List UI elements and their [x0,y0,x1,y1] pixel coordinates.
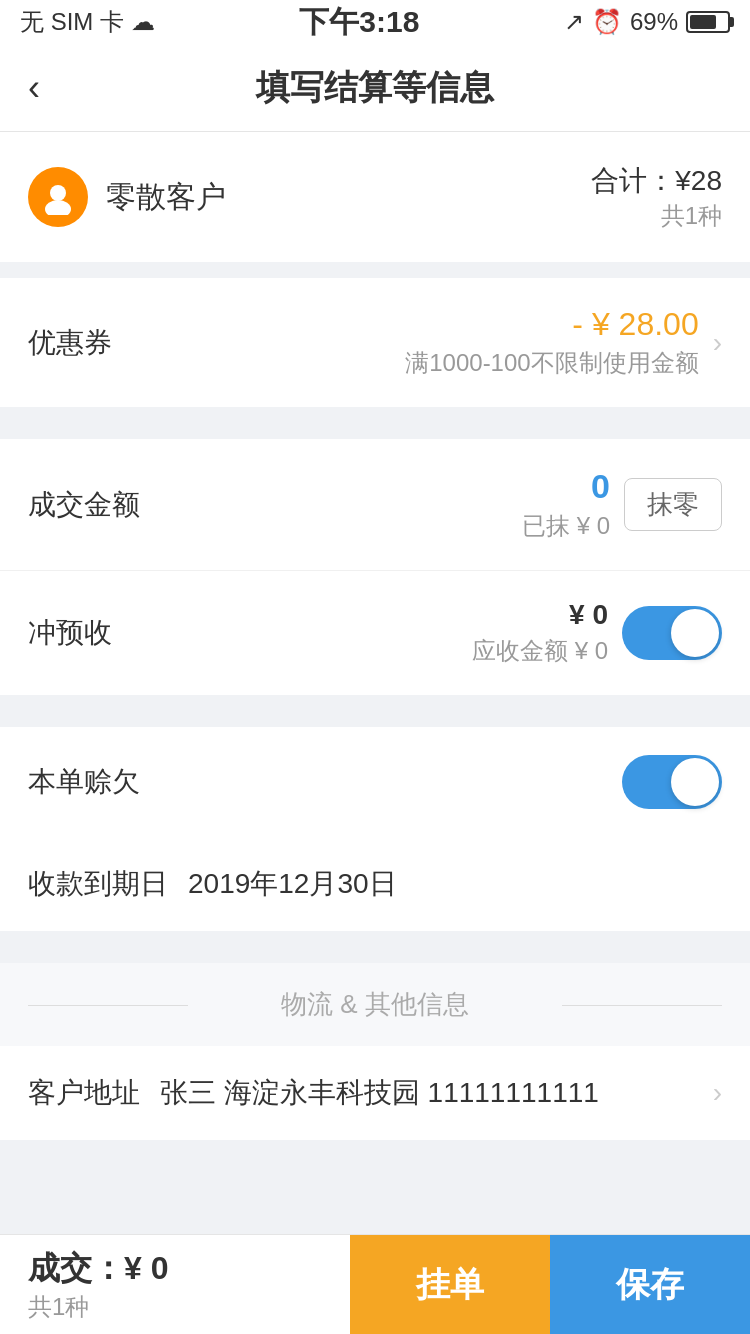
location-icon: ↗ [564,8,584,36]
avatar-icon [40,179,76,215]
back-button[interactable]: ‹ [28,67,40,109]
debt-right [622,755,722,809]
svg-point-0 [50,185,66,201]
battery-label: 69% [630,8,678,36]
bottom-deal-label: 成交： [28,1250,124,1286]
coupon-discount: - ¥ 28.00 [405,306,698,343]
debt-section: 本单赊欠 收款到期日 2019年12月30日 [0,727,750,931]
deal-amount-values: 0 已抹 ¥ 0 [522,467,610,542]
alarm-icon: ⏰ [592,8,622,36]
customer-left: 零散客户 [28,167,226,227]
debt-toggle-knob [671,758,719,806]
divider-2 [0,711,750,727]
chevron-icon: › [713,327,722,359]
due-date-row: 收款到期日 2019年12月30日 [0,837,750,931]
address-value: 张三 海淀永丰科技园 11111111111 [160,1074,693,1112]
deal-amount-row: 成交金额 0 已抹 ¥ 0 抹零 [0,439,750,570]
save-button[interactable]: 保存 [550,1235,750,1334]
sim-status: 无 SIM 卡 ☁ [20,6,155,38]
battery-icon [686,11,730,33]
prepayment-values: ¥ 0 应收金额 ¥ 0 [472,599,608,667]
coupon-row[interactable]: 优惠券 - ¥ 28.00 满1000-100不限制使用金额 › [0,278,750,407]
address-label: 客户地址 [28,1074,140,1112]
logistics-separator: 物流 & 其他信息 [0,963,750,1046]
customer-name: 零散客户 [106,177,226,218]
logistics-label: 物流 & 其他信息 [281,989,469,1019]
due-date-value: 2019年12月30日 [188,865,397,903]
prepayment-sub: 应收金额 ¥ 0 [472,635,608,667]
coupon-section[interactable]: 优惠券 - ¥ 28.00 满1000-100不限制使用金额 › [0,278,750,407]
bottom-bar: 成交：¥ 0 共1种 挂单 保存 [0,1234,750,1334]
prepayment-label: 冲预收 [28,614,112,652]
round-off-button[interactable]: 抹零 [624,478,722,531]
prepayment-row: 冲预收 ¥ 0 应收金额 ¥ 0 [0,570,750,695]
address-section[interactable]: 客户地址 张三 海淀永丰科技园 11111111111 › [0,1046,750,1140]
coupon-right: - ¥ 28.00 满1000-100不限制使用金额 › [405,306,722,379]
coupon-values: - ¥ 28.00 满1000-100不限制使用金额 [405,306,698,379]
toggle-knob [671,609,719,657]
bottom-count: 共1种 [28,1291,350,1323]
prepayment-right: ¥ 0 应收金额 ¥ 0 [472,599,722,667]
deal-amount-right: 0 已抹 ¥ 0 抹零 [522,467,722,542]
customer-total: 合计：¥28 [591,162,722,200]
debt-label: 本单赊欠 [28,763,140,801]
address-chevron-icon: › [713,1077,722,1109]
debt-row: 本单赊欠 [0,727,750,837]
debt-toggle-wrap [622,755,722,809]
status-bar: 无 SIM 卡 ☁ 下午3:18 ↗ ⏰ 69% [0,0,750,44]
coupon-note: 满1000-100不限制使用金额 [405,347,698,379]
due-date-label: 收款到期日 [28,865,168,903]
bottom-info: 成交：¥ 0 共1种 [0,1235,350,1334]
customer-summary: 合计：¥28 共1种 [591,162,722,232]
customer-row: 零散客户 合计：¥28 共1种 [0,132,750,262]
debt-toggle[interactable] [622,755,722,809]
customer-avatar [28,167,88,227]
deal-amount-label: 成交金额 [28,486,140,524]
deal-amount-value: 0 [591,467,610,505]
page-title: 填写结算等信息 [256,65,494,111]
status-left: 无 SIM 卡 ☁ [20,6,155,38]
bottom-deal-value: ¥ 0 [124,1250,168,1286]
divider-3 [0,947,750,963]
deal-amount-sub: 已抹 ¥ 0 [522,510,610,542]
address-row[interactable]: 客户地址 张三 海淀永丰科技园 11111111111 › [0,1046,750,1140]
pending-button[interactable]: 挂单 [350,1235,550,1334]
customer-section: 零散客户 合计：¥28 共1种 [0,132,750,262]
status-time: 下午3:18 [299,2,419,43]
prepayment-toggle-wrap [622,606,722,660]
divider-1 [0,423,750,439]
coupon-label: 优惠券 [28,324,112,362]
content-area: 零散客户 合计：¥28 共1种 优惠券 - ¥ 28.00 满1000-100不… [0,132,750,1256]
svg-point-1 [45,200,71,215]
bottom-deal-row: 成交：¥ 0 [28,1247,350,1291]
deal-section: 成交金额 0 已抹 ¥ 0 抹零 冲预收 ¥ 0 应收金额 ¥ 0 [0,439,750,695]
customer-count: 共1种 [591,200,722,232]
prepayment-toggle[interactable] [622,606,722,660]
nav-bar: ‹ 填写结算等信息 [0,44,750,132]
prepayment-value: ¥ 0 [472,599,608,631]
status-right: ↗ ⏰ 69% [564,8,730,36]
